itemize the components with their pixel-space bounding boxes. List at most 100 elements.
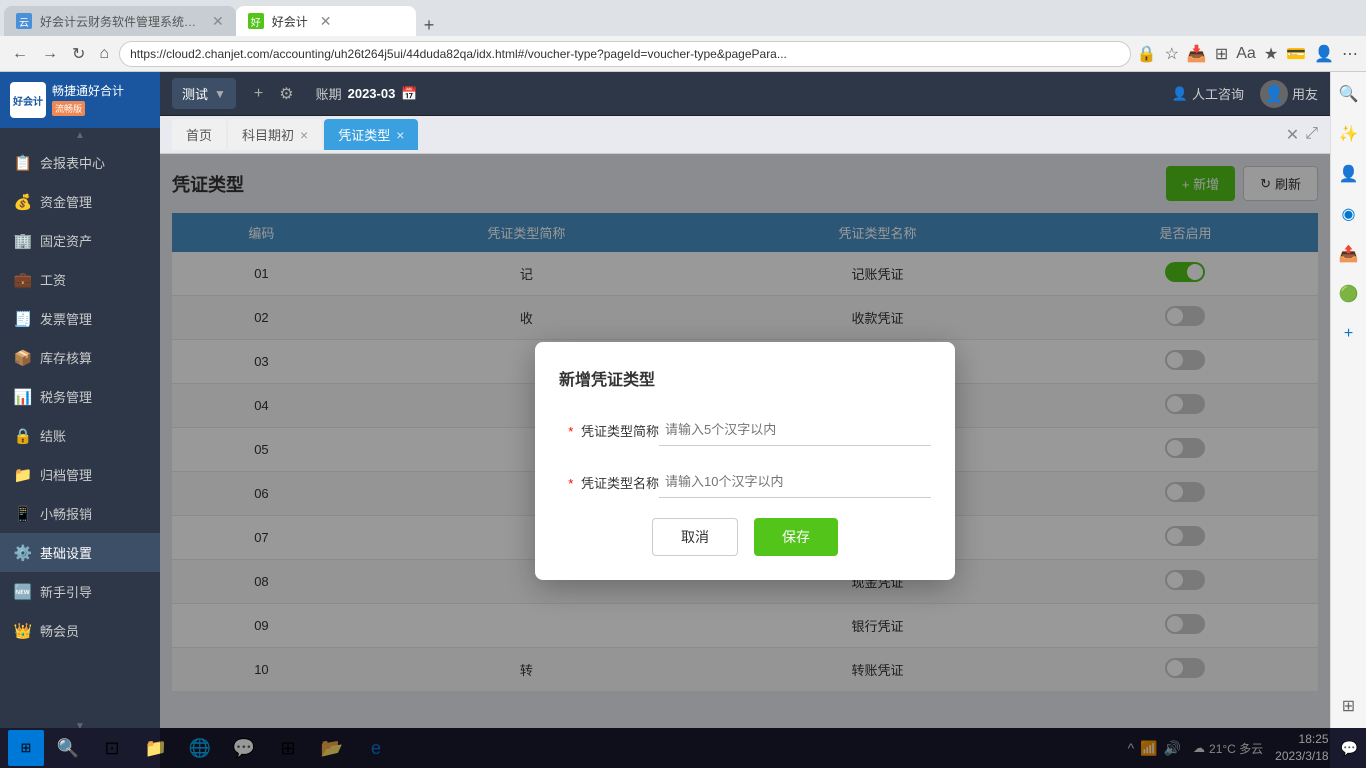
sidebar-item-reports[interactable]: 📋 会报表中心: [0, 143, 160, 182]
invoice-icon: 🧾: [14, 310, 32, 328]
bookmark-icon[interactable]: ☆: [1165, 44, 1179, 64]
settings-icon: ⚙️: [14, 544, 32, 562]
company-dropdown-icon: ▼: [214, 87, 226, 101]
tab-subject-close[interactable]: ×: [300, 127, 308, 143]
name-label-text: 凭证类型名称: [581, 476, 659, 491]
tab-voucher-type[interactable]: 凭证类型 ×: [324, 119, 418, 150]
sidebar-item-settings-label: 基础设置: [40, 543, 92, 562]
tab-home[interactable]: 首页: [172, 119, 226, 150]
tab-voucher-close[interactable]: ×: [396, 127, 404, 143]
app-container: 好会计 畅捷通好合计 流畅版 ▲ 📋 会报表中心 💰 资金管理 🏢 固定资产 💼: [0, 72, 1366, 768]
sidebar-item-archive[interactable]: 📁 归档管理: [0, 455, 160, 494]
right-grid-icon[interactable]: ⊞: [1335, 692, 1363, 720]
right-person-icon[interactable]: 👤: [1335, 160, 1363, 188]
sidebar-item-inventory[interactable]: 📦 库存核算: [0, 338, 160, 377]
sidebar-item-closing[interactable]: 🔒 结账: [0, 416, 160, 455]
right-outlook-icon[interactable]: ◉: [1335, 200, 1363, 228]
sidebar-item-tax[interactable]: 📊 税务管理: [0, 377, 160, 416]
fav-icon[interactable]: ★: [1264, 44, 1278, 64]
more-icon[interactable]: ⋯: [1342, 44, 1358, 64]
sidebar-item-funds[interactable]: 💰 资金管理: [0, 182, 160, 221]
settings-btn[interactable]: ⚙: [275, 82, 297, 106]
taskbar-search[interactable]: 🔍: [48, 730, 88, 766]
short-label: * 凭证类型简称: [559, 421, 659, 440]
right-panel: 🔍 ✨ 👤 ◉ 📤 🟢 + ⊞ ⚙: [1330, 72, 1366, 768]
topbar-right: 👤 人工咨询 👤 用友: [1172, 80, 1318, 108]
wallet-icon[interactable]: 💳: [1286, 44, 1306, 64]
start-button[interactable]: ⊞: [8, 730, 44, 766]
sidebar-item-expense-label: 小畅报销: [40, 504, 92, 523]
right-search-icon[interactable]: 🔍: [1335, 80, 1363, 108]
address-bar[interactable]: [119, 41, 1131, 67]
tab-subject[interactable]: 科目期初 ×: [228, 119, 322, 150]
sidebar-item-expense[interactable]: 📱 小畅报销: [0, 494, 160, 533]
notification-icon[interactable]: 💬: [1341, 740, 1358, 757]
modal-footer: 取消 保存: [559, 518, 931, 556]
sidebar-item-assets[interactable]: 🏢 固定资产: [0, 221, 160, 260]
sidebar-item-tax-label: 税务管理: [40, 387, 92, 406]
consult-icon: 👤: [1172, 86, 1188, 102]
period-info: 账期 2023-03 📅: [316, 84, 418, 103]
new-tab-button[interactable]: +: [416, 15, 443, 36]
name-input[interactable]: [659, 466, 931, 498]
company-selector[interactable]: 测试 ▼: [172, 78, 236, 109]
sidebar-item-salary[interactable]: 💼 工资: [0, 260, 160, 299]
content-tabs: 首页 科目期初 × 凭证类型 × ✕ ⤢: [160, 116, 1330, 154]
consult-label: 人工咨询: [1192, 84, 1244, 103]
browser-tab-2[interactable]: 好 好会计 ✕: [236, 6, 416, 36]
tab2-title: 好会计: [272, 13, 308, 30]
tab1-close[interactable]: ✕: [212, 13, 224, 30]
required-star-2: *: [568, 476, 573, 491]
minimize-tab-icon[interactable]: ✕: [1286, 125, 1299, 145]
sidebar-item-guide[interactable]: 🆕 新手引导: [0, 572, 160, 611]
sidebar-item-assets-label: 固定资产: [40, 231, 92, 250]
guide-icon: 🆕: [14, 583, 32, 601]
extensions-icon[interactable]: 🔒: [1137, 44, 1157, 64]
sidebar-item-settings[interactable]: ⚙️ 基础设置: [0, 533, 160, 572]
sidebar-item-member[interactable]: 👑 畅会员: [0, 611, 160, 650]
refresh-button[interactable]: ↻: [68, 42, 89, 66]
logo-badge: 流畅版: [52, 101, 85, 116]
logo-icon: 好会计: [10, 82, 46, 118]
split-icon[interactable]: ⊞: [1215, 44, 1228, 64]
browser-tab-1[interactable]: 云 好会计云财务软件管理系统_会计 ✕: [4, 6, 236, 36]
expense-icon: 📱: [14, 505, 32, 523]
browser-tabs: 云 好会计云财务软件管理系统_会计 ✕ 好 好会计 ✕ +: [0, 0, 1366, 36]
assets-icon: 🏢: [14, 232, 32, 250]
funds-icon: 💰: [14, 193, 32, 211]
taskbar-task-view[interactable]: ⊡: [92, 730, 132, 766]
short-input[interactable]: [659, 414, 931, 446]
reports-icon: 📋: [14, 154, 32, 172]
maximize-tab-icon[interactable]: ⤢: [1305, 125, 1318, 145]
sidebar-item-invoice[interactable]: 🧾 发票管理: [0, 299, 160, 338]
user-button[interactable]: 👤 用友: [1260, 80, 1318, 108]
right-add-icon[interactable]: +: [1335, 320, 1363, 348]
right-send-icon[interactable]: 📤: [1335, 240, 1363, 268]
browser-chrome: 云 好会计云财务软件管理系统_会计 ✕ 好 好会计 ✕ + ← → ↻ ⌂ 🔒 …: [0, 0, 1366, 72]
tab-home-label: 首页: [186, 125, 212, 144]
logo-text-area: 畅捷通好合计 流畅版: [52, 84, 124, 117]
topbar-actions: + ⚙: [250, 82, 298, 106]
read-icon[interactable]: Aa: [1236, 45, 1256, 63]
scroll-up-indicator[interactable]: ▲: [0, 128, 160, 143]
tab2-close[interactable]: ✕: [320, 13, 332, 30]
sidebar-item-salary-label: 工资: [40, 270, 66, 289]
calendar-icon[interactable]: 📅: [401, 86, 417, 102]
cancel-button[interactable]: 取消: [652, 518, 738, 556]
sidebar-item-invoice-label: 发票管理: [40, 309, 92, 328]
add-company-btn[interactable]: +: [250, 83, 267, 105]
profile-icon[interactable]: 👤: [1314, 44, 1334, 64]
forward-button[interactable]: →: [38, 43, 62, 65]
sidebar-item-closing-label: 结账: [40, 426, 66, 445]
tab2-favicon: 好: [248, 13, 264, 29]
save-button[interactable]: 保存: [754, 518, 838, 556]
home-button[interactable]: ⌂: [95, 43, 113, 65]
tab-voucher-label: 凭证类型: [338, 125, 390, 144]
consult-button[interactable]: 👤 人工咨询: [1172, 84, 1244, 103]
right-download-icon[interactable]: 🟢: [1335, 280, 1363, 308]
tax-icon: 📊: [14, 388, 32, 406]
collections-icon[interactable]: 📥: [1187, 44, 1207, 64]
short-name-row: * 凭证类型简称: [559, 414, 931, 446]
right-star-icon[interactable]: ✨: [1335, 120, 1363, 148]
back-button[interactable]: ←: [8, 43, 32, 65]
